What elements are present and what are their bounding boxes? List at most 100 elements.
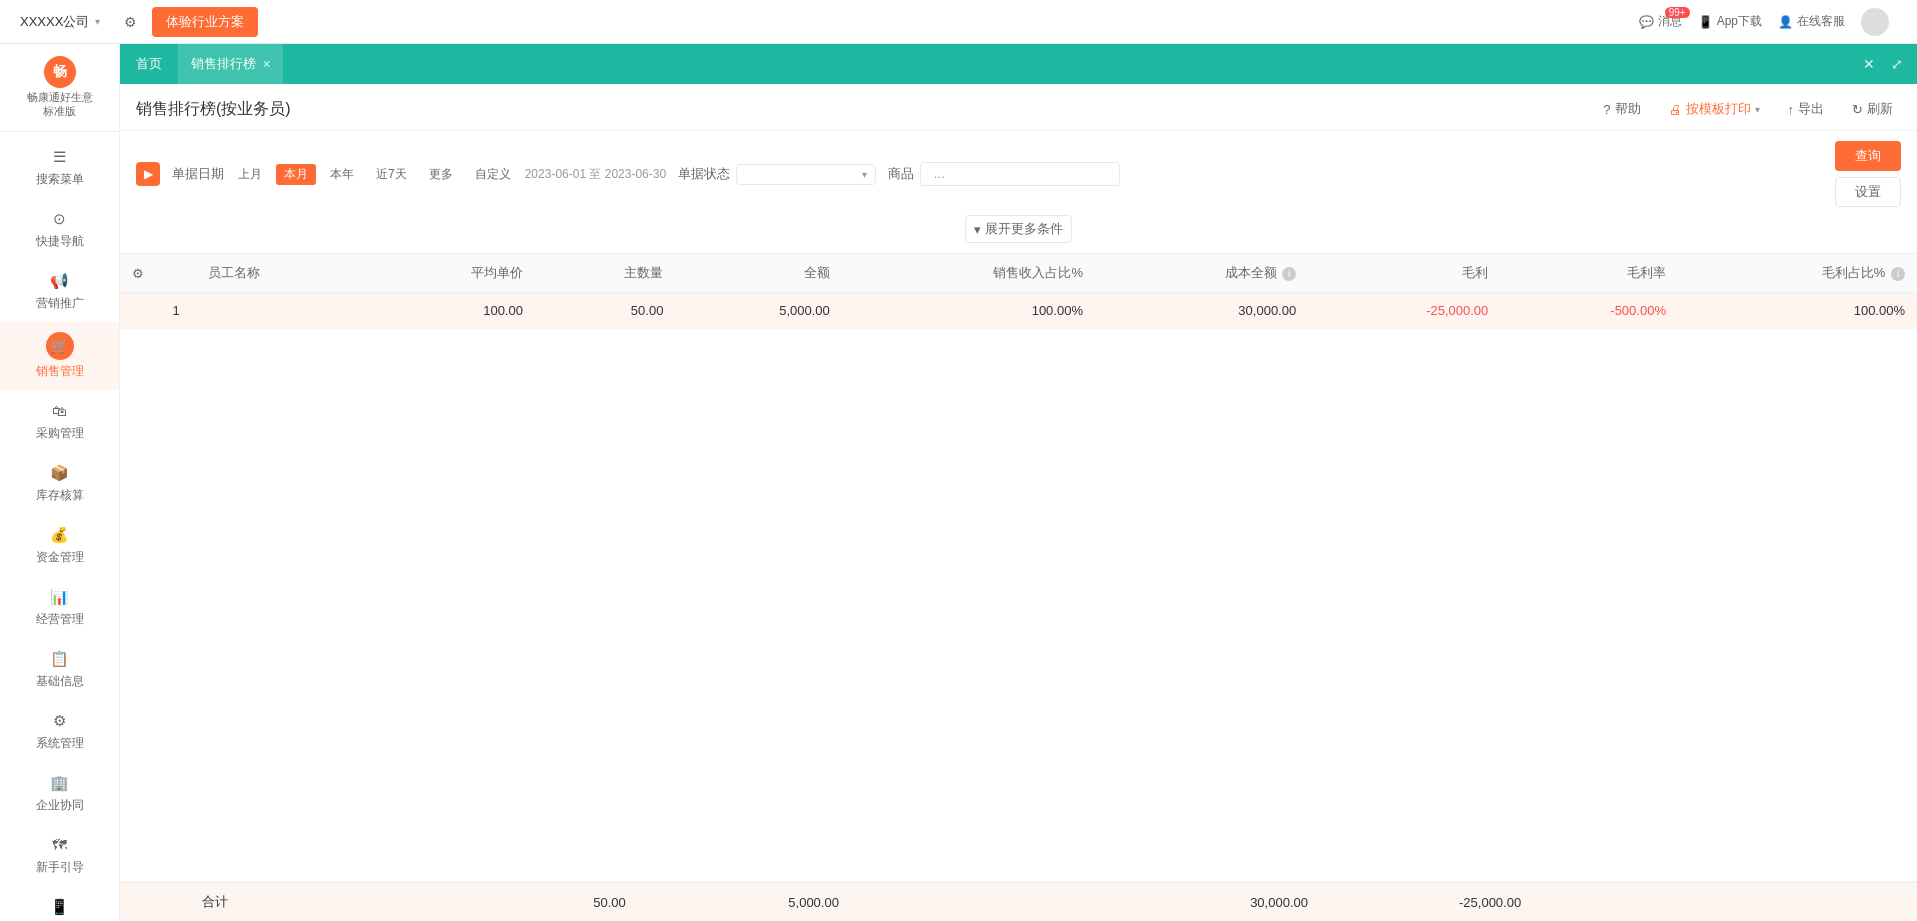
expand-icon: ▾ (974, 222, 981, 237)
sidebar-item-system[interactable]: ⚙ 系统管理 (0, 700, 119, 762)
sidebar-item-basic-info[interactable]: 📋 基础信息 (0, 638, 119, 700)
main-layout: 畅 畅康通好生意标准版 ☰ 搜索菜单 ⊙ 快捷导航 📢 营销推广 🛒 销售管理 … (0, 44, 1917, 921)
status-filter-group: 单据状态 ▾ (678, 164, 876, 185)
header-right: 💬 消息 99+ 📱 App下载 👤 在线客服 (1639, 8, 1905, 36)
sidebar-item-search[interactable]: ☰ 搜索菜单 (0, 136, 119, 198)
guide-icon: 🗺 (49, 834, 71, 856)
sidebar-item-label-finance: 资金管理 (36, 549, 84, 566)
filter-expand-arrow[interactable]: ▶ (136, 162, 160, 186)
sidebar-item-label-guide: 新手引导 (36, 859, 84, 876)
col-employee-name: 员工名称 (196, 254, 365, 293)
system-icon: ⚙ (49, 710, 71, 732)
search-menu-icon: ☰ (49, 146, 71, 168)
date-btn-more[interactable]: 更多 (421, 164, 461, 185)
enterprise-icon: 🏢 (49, 772, 71, 794)
row-settings-cell (120, 293, 156, 329)
date-btn-current-month[interactable]: 本月 (276, 164, 316, 185)
row-sales-ratio-cell: 100.00% (842, 293, 1095, 329)
sidebar-item-label-inventory: 库存核算 (36, 487, 84, 504)
refresh-label: 刷新 (1867, 100, 1893, 118)
goods-input[interactable]: … (920, 162, 1120, 186)
date-btn-custom[interactable]: 自定义 (467, 164, 519, 185)
total-gross-profit-cell: -25,000.00 (1320, 883, 1533, 921)
date-btn-7days[interactable]: 近7天 (368, 164, 415, 185)
app-download-button[interactable]: 📱 App下载 (1698, 13, 1762, 30)
sidebar-item-app-center[interactable]: 📱 应用中心 (0, 886, 119, 921)
print-dropdown-icon: ▾ (1755, 104, 1760, 115)
finance-icon: 💰 (49, 524, 71, 546)
sidebar-item-label-enterprise: 企业协同 (36, 797, 84, 814)
date-btn-current-year[interactable]: 本年 (322, 164, 362, 185)
total-row: 合计 50.00 5,000.00 30,000.00 -25,000.00 (120, 881, 1917, 921)
col-gross-ratio: 毛利占比% i (1678, 254, 1917, 293)
date-filter-label: 单据日期 (172, 165, 224, 183)
total-main-qty-cell: 50.00 (467, 883, 638, 921)
trial-button[interactable]: 体验行业方案 (152, 7, 258, 37)
row-main-qty-cell: 50.00 (535, 293, 675, 329)
row-cost-amount-cell: 30,000.00 (1095, 293, 1308, 329)
print-button[interactable]: 🖨 按模板打印 ▾ (1661, 96, 1768, 122)
help-icon: ? (1603, 102, 1610, 117)
total-total-amount-cell: 5,000.00 (638, 883, 851, 921)
date-range-text: 2023-06-01 至 2023-06-30 (525, 166, 666, 183)
col-sales-ratio: 销售收入占比% (842, 254, 1095, 293)
sidebar-item-inventory[interactable]: 📦 库存核算 (0, 452, 119, 514)
date-filter-group: 单据日期 上月 本月 本年 近7天 更多 自定义 2023-06-01 至 20… (172, 164, 666, 185)
company-selector[interactable]: XXXXX公司 ▾ (12, 9, 108, 35)
tab-close-icon[interactable]: ✕ (262, 58, 271, 71)
table-area: ⚙ 员工名称 平均单价 主数量 全额 销售收入占比% 成本全额 i 毛利 毛利率… (120, 254, 1917, 881)
date-btn-last-month[interactable]: 上月 (230, 164, 270, 185)
sales-icon: 🛒 (46, 332, 74, 360)
sidebar-logo: 畅 畅康通好生意标准版 (0, 44, 119, 132)
sidebar-item-label-purchase: 采购管理 (36, 425, 84, 442)
expand-conditions-button[interactable]: ▾ 展开更多条件 (965, 215, 1072, 243)
total-label-cell: 合计 (190, 883, 297, 921)
sidebar-item-purchase[interactable]: 🛍 采购管理 (0, 390, 119, 452)
help-button[interactable]: ? 帮助 (1595, 96, 1648, 122)
sidebar-item-label-search: 搜索菜单 (36, 171, 84, 188)
sidebar-item-operations[interactable]: 📊 经营管理 (0, 576, 119, 638)
inventory-icon: 📦 (49, 462, 71, 484)
export-button[interactable]: ↑ 导出 (1780, 96, 1833, 122)
tab-sales-ranking[interactable]: 销售排行榜 ✕ (179, 44, 283, 84)
total-rank-cell (150, 883, 190, 921)
col-settings[interactable]: ⚙ (120, 254, 156, 293)
refresh-button[interactable]: ↻ 刷新 (1844, 96, 1901, 122)
sidebar-item-finance[interactable]: 💰 资金管理 (0, 514, 119, 576)
row-rank-cell: 1 (156, 293, 196, 329)
sidebar-item-sales[interactable]: 🛒 销售管理 (0, 322, 119, 390)
cost-info-icon[interactable]: i (1282, 267, 1296, 281)
total-avg-price-cell (297, 883, 468, 921)
col-main-qty: 主数量 (535, 254, 675, 293)
content-area: 首页 销售排行榜 ✕ ✕ ⤢ 销售排行榜(按业务员) ? 帮助 (120, 44, 1917, 921)
tab-home-label: 首页 (136, 55, 162, 73)
tab-home[interactable]: 首页 (120, 44, 179, 84)
status-select[interactable]: ▾ (736, 164, 876, 185)
query-section: 查询 设置 (1835, 141, 1901, 207)
sidebar-item-enterprise[interactable]: 🏢 企业协同 (0, 762, 119, 824)
table-row: 1 100.00 50.00 5,000.00 100.00% 30,000.0… (120, 293, 1917, 329)
filter-settings-button[interactable]: 设置 (1835, 177, 1901, 207)
operations-icon: 📊 (49, 586, 71, 608)
message-badge: 99+ (1665, 7, 1690, 18)
message-button[interactable]: 💬 消息 99+ (1639, 13, 1682, 30)
print-icon: 🖨 (1669, 102, 1682, 117)
basic-info-icon: 📋 (49, 648, 71, 670)
settings-icon[interactable]: ⚙ (116, 8, 144, 36)
sidebar-item-shortcut[interactable]: ⊙ 快捷导航 (0, 198, 119, 260)
gross-ratio-info-icon[interactable]: i (1891, 267, 1905, 281)
sidebar-item-marketing[interactable]: 📢 营销推广 (0, 260, 119, 322)
online-service-button[interactable]: 👤 在线客服 (1778, 13, 1845, 30)
page-actions: ? 帮助 🖨 按模板打印 ▾ ↑ 导出 ↻ 刷新 (1595, 96, 1901, 122)
help-label: 帮助 (1615, 100, 1641, 118)
row-avg-price-cell: 100.00 (365, 293, 534, 329)
goods-filter-label: 商品 (888, 165, 914, 183)
col-cost-amount: 成本全额 i (1095, 254, 1308, 293)
chevron-down-icon: ▾ (95, 16, 100, 27)
export-icon: ↑ (1788, 102, 1795, 117)
tab-maximize-button[interactable]: ⤢ (1885, 52, 1909, 76)
tab-close-all-button[interactable]: ✕ (1857, 52, 1881, 76)
sidebar-item-guide[interactable]: 🗺 新手引导 (0, 824, 119, 886)
query-button[interactable]: 查询 (1835, 141, 1901, 171)
tab-right-actions: ✕ ⤢ (1857, 52, 1917, 76)
